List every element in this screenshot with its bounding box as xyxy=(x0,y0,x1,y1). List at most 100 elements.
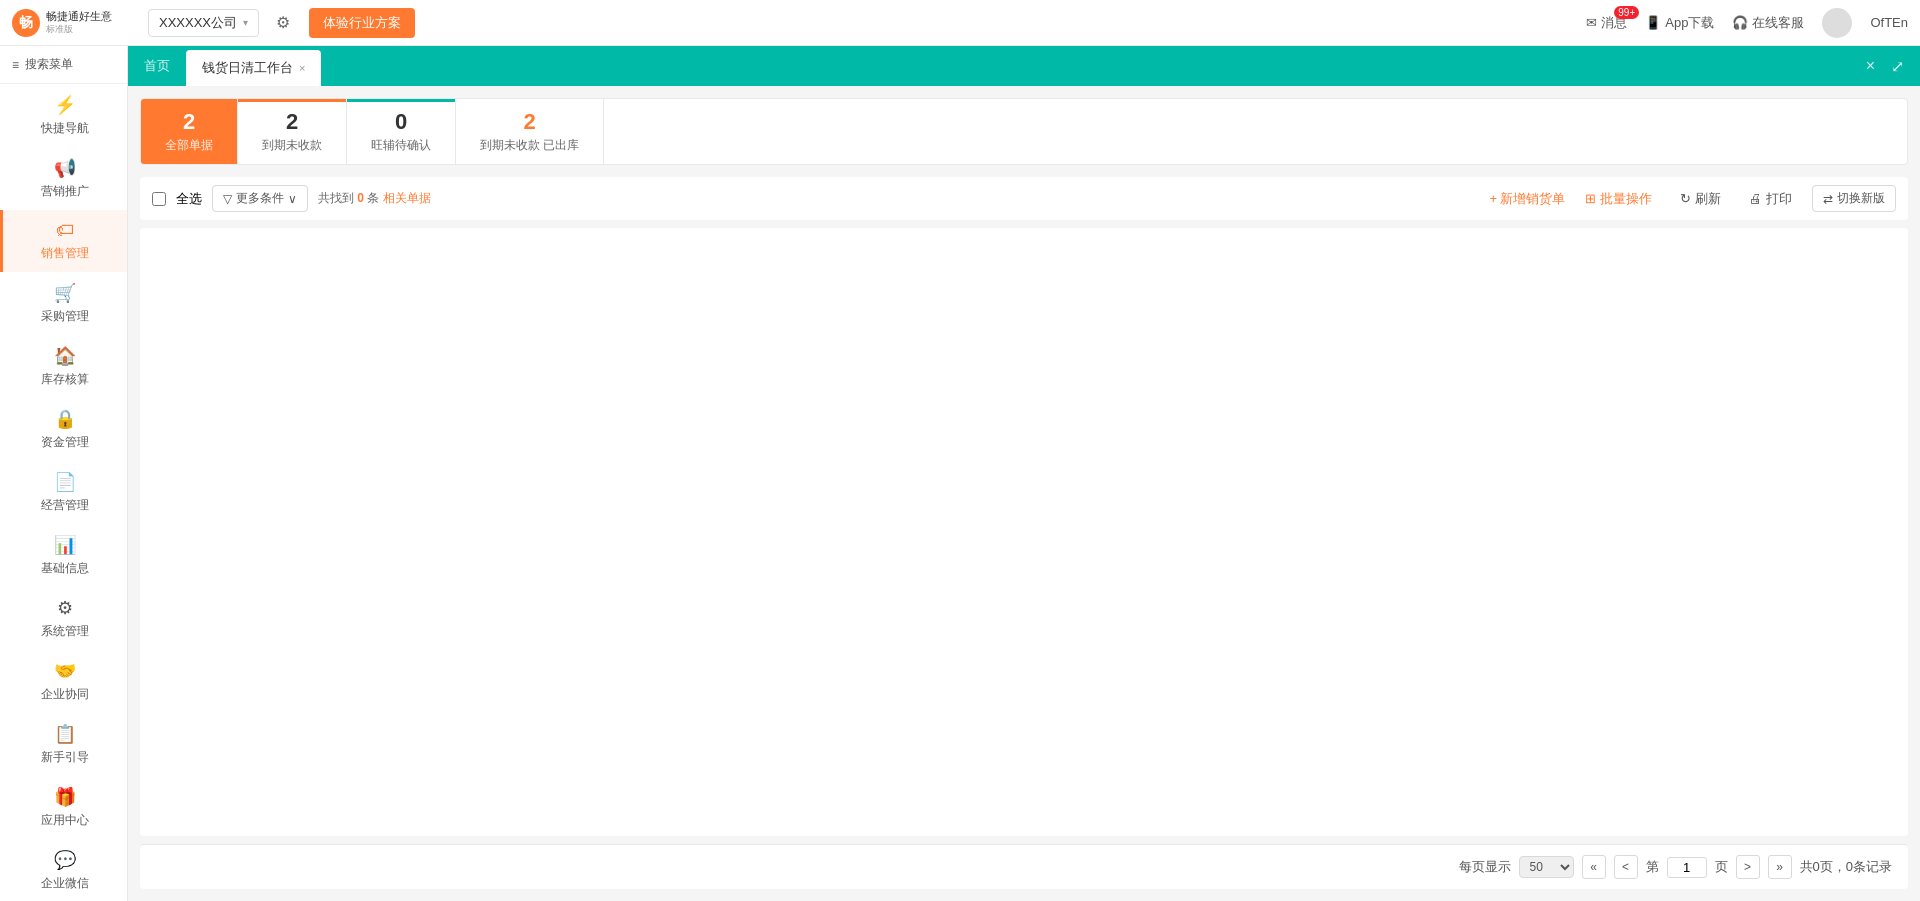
toolbar-left: 全选 ▽ 更多条件 ∨ 共找到 0 条 相关单据 xyxy=(152,185,1479,212)
empty-area xyxy=(140,228,1908,836)
refresh-icon: ↻ xyxy=(1680,191,1691,206)
switch-label: 切换新版 xyxy=(1837,190,1885,207)
sidebar-item-finance[interactable]: 🔒 资金管理 xyxy=(0,398,127,461)
pagination-bar: 每页显示 50 100 200 « < 第 页 > » 共0页，0条记录 xyxy=(140,844,1908,889)
tab-bar: 首页 钱货日清工作台 × × ⤢ xyxy=(128,46,1920,86)
search-menu-item[interactable]: ≡ 搜索菜单 xyxy=(0,46,127,84)
new-sales-order-button[interactable]: + 新增销货单 xyxy=(1489,190,1565,208)
sidebar-item-wechat[interactable]: 💬 企业微信 xyxy=(0,839,127,901)
refresh-button[interactable]: ↻ 刷新 xyxy=(1672,186,1729,212)
sidebar-item-sales[interactable]: 🏷 销售管理 xyxy=(0,210,127,272)
message-badge: 99+ xyxy=(1614,6,1639,19)
app-download-item[interactable]: 📱 App下载 xyxy=(1645,14,1714,32)
sales-icon: 🏷 xyxy=(56,220,74,241)
close-tab-icon[interactable]: × xyxy=(299,62,305,74)
basic-info-icon: 📊 xyxy=(54,534,76,556)
quick-nav-icon: ⚡ xyxy=(54,94,76,116)
filter-button[interactable]: ▽ 更多条件 ∨ xyxy=(212,185,308,212)
download-icon: 📱 xyxy=(1645,15,1661,30)
per-page-select[interactable]: 50 100 200 xyxy=(1519,856,1574,878)
search-menu-label: 搜索菜单 xyxy=(25,56,73,73)
stat-all-num: 2 xyxy=(165,109,213,135)
stat-tab-overdue[interactable]: 2 到期未收款 xyxy=(238,99,347,164)
inventory-icon: 🏠 xyxy=(54,345,76,367)
company-selector[interactable]: XXXXXX公司 ▾ xyxy=(148,9,259,37)
stat-overdue-bar xyxy=(238,99,346,102)
sidebar-item-label: 采购管理 xyxy=(41,308,89,325)
sidebar-item-app-center[interactable]: 🎁 应用中心 xyxy=(0,776,127,839)
sidebar-item-label: 新手引导 xyxy=(41,749,89,766)
header-right: ✉ 消息 99+ 📱 App下载 🎧 在线客服 OfTEn xyxy=(1586,8,1908,38)
print-label: 打印 xyxy=(1766,190,1792,208)
stats-tabs: 2 全部单据 2 到期未收款 0 旺辅待确认 2 到期未收款 已出库 xyxy=(140,98,1908,165)
sidebar-item-label: 企业微信 xyxy=(41,875,89,892)
current-page-input[interactable] xyxy=(1667,857,1707,878)
plus-icon: + xyxy=(1489,191,1497,206)
avatar[interactable] xyxy=(1822,8,1852,38)
stat-pending-num: 0 xyxy=(371,109,431,135)
stat-overdue-out-num: 2 xyxy=(480,109,579,135)
service-icon: 🎧 xyxy=(1732,15,1748,30)
stat-tab-pending[interactable]: 0 旺辅待确认 xyxy=(347,99,456,164)
user-name: OfTEn xyxy=(1870,15,1908,30)
cooperation-icon: 🤝 xyxy=(54,660,76,682)
sidebar-item-guide[interactable]: 📋 新手引导 xyxy=(0,713,127,776)
print-button[interactable]: 🖨 打印 xyxy=(1741,186,1800,212)
sidebar-item-label: 资金管理 xyxy=(41,434,89,451)
sidebar-item-label: 基础信息 xyxy=(41,560,89,577)
table-container xyxy=(140,228,1908,836)
settings-icon[interactable]: ⚙ xyxy=(267,7,299,39)
tab-work-bench[interactable]: 钱货日清工作台 × xyxy=(186,50,321,86)
sidebar-item-quick-nav[interactable]: ⚡ 快捷导航 xyxy=(0,84,127,147)
sidebar-item-basic-info[interactable]: 📊 基础信息 xyxy=(0,524,127,587)
stat-overdue-label: 到期未收款 xyxy=(262,137,322,154)
guide-icon: 📋 xyxy=(54,723,76,745)
tab-home[interactable]: 首页 xyxy=(128,46,186,86)
sidebar-item-system[interactable]: ⚙ 系统管理 xyxy=(0,587,127,650)
online-service-label: 在线客服 xyxy=(1752,14,1804,32)
refresh-label: 刷新 xyxy=(1695,190,1721,208)
print-icon: 🖨 xyxy=(1749,191,1762,206)
toolbar: 全选 ▽ 更多条件 ∨ 共找到 0 条 相关单据 + xyxy=(140,177,1908,220)
message-icon: ✉ xyxy=(1586,15,1597,30)
stat-pending-label: 旺辅待确认 xyxy=(371,137,431,154)
maximize-icon[interactable]: ⤢ xyxy=(1887,53,1908,80)
filter-label: 更多条件 xyxy=(236,190,284,207)
operations-icon: 📄 xyxy=(54,471,76,493)
sidebar-item-label: 营销推广 xyxy=(41,183,89,200)
tab-workbench-label: 钱货日清工作台 xyxy=(202,59,293,77)
app-logo-icon: 畅 xyxy=(12,9,40,37)
batch-label: 批量操作 xyxy=(1600,190,1652,208)
experience-button[interactable]: 体验行业方案 xyxy=(309,8,415,38)
switch-version-button[interactable]: ⇄ 切换新版 xyxy=(1812,185,1896,212)
sidebar-item-operations[interactable]: 📄 经营管理 xyxy=(0,461,127,524)
wechat-icon: 💬 xyxy=(54,849,76,871)
content-area: 首页 钱货日清工作台 × × ⤢ 2 全部单据 2 xyxy=(128,46,1920,901)
stat-tab-overdue-out[interactable]: 2 到期未收款 已出库 xyxy=(456,99,604,164)
sidebar-item-cooperation[interactable]: 🤝 企业协同 xyxy=(0,650,127,713)
company-name: XXXXXX公司 xyxy=(159,14,237,32)
found-text: 共找到 0 条 相关单据 xyxy=(318,190,431,207)
stat-tab-all[interactable]: 2 全部单据 xyxy=(141,99,238,164)
online-service-item[interactable]: 🎧 在线客服 xyxy=(1732,14,1804,32)
message-item[interactable]: ✉ 消息 99+ xyxy=(1586,14,1627,32)
prev-page-button[interactable]: < xyxy=(1614,855,1638,879)
minimize-icon[interactable]: × xyxy=(1862,53,1879,79)
total-records-label: 共0页，0条记录 xyxy=(1800,858,1892,876)
found-count: 0 xyxy=(357,191,364,205)
stat-pending-bar xyxy=(347,99,455,102)
first-page-button[interactable]: « xyxy=(1582,855,1606,879)
app-download-label: App下载 xyxy=(1665,14,1714,32)
sidebar-item-purchase[interactable]: 🛒 采购管理 xyxy=(0,272,127,335)
next-page-button[interactable]: > xyxy=(1736,855,1760,879)
batch-icon: ⊞ xyxy=(1585,191,1596,206)
sidebar-item-marketing[interactable]: 📢 营销推广 xyxy=(0,147,127,210)
page-label: 第 xyxy=(1646,858,1659,876)
batch-ops-button[interactable]: ⊞ 批量操作 xyxy=(1577,186,1660,212)
search-menu-icon: ≡ xyxy=(12,58,19,72)
select-all-checkbox[interactable] xyxy=(152,192,166,206)
sidebar-item-inventory[interactable]: 🏠 库存核算 xyxy=(0,335,127,398)
last-page-button[interactable]: » xyxy=(1768,855,1792,879)
per-page-label: 每页显示 xyxy=(1459,858,1511,876)
top-header: 畅 畅捷通好生意 标准版 XXXXXX公司 ▾ ⚙ 体验行业方案 ✉ 消息 99… xyxy=(0,0,1920,46)
